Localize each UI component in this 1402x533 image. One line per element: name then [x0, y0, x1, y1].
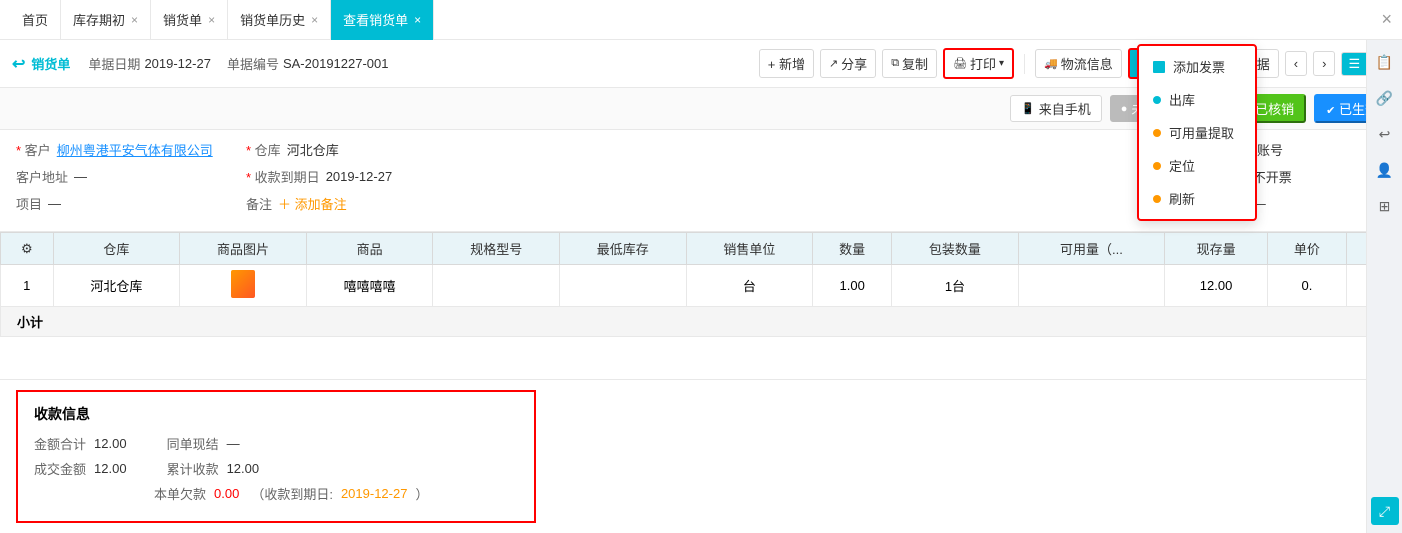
logistics-button[interactable]: 🚚 物流信息 [1035, 49, 1122, 78]
sidebar-icon-2[interactable]: 🔗 [1371, 84, 1399, 112]
tab-close-inventory[interactable]: × [131, 13, 138, 27]
tab-sales-order[interactable]: 销货单 × [151, 0, 228, 40]
cell-unit-price: 0. [1267, 265, 1346, 307]
payment-row-3: 本单欠款 0.00 （收款到期日: 2019-12-27 ） [34, 484, 518, 503]
project-field: 项目 — [16, 194, 216, 213]
bottom-panel: 收款信息 金额合计 12.00 同单现结 — 成交金额 12.00 累计收款 [0, 379, 1402, 533]
th-warehouse: 仓库 [53, 233, 180, 265]
grid-icon [1153, 61, 1165, 73]
cell-sales-unit: 台 [686, 265, 813, 307]
window-close-button[interactable]: × [1381, 9, 1392, 30]
sidebar-icon-4[interactable]: 👤 [1371, 156, 1399, 184]
doc-number: 单据编号 SA-20191227-001 [227, 54, 389, 73]
dropdown-available-qty[interactable]: 可用量提取 [1139, 116, 1255, 149]
cell-available [1018, 265, 1164, 307]
payment-title: 收款信息 [34, 404, 518, 424]
dropdown-refresh[interactable]: 刷新 [1139, 182, 1255, 215]
th-spec: 规格型号 [433, 233, 560, 265]
transaction-item: 成交金额 12.00 [34, 459, 127, 478]
th-pack-qty: 包装数量 [892, 233, 1019, 265]
product-thumbnail [231, 270, 255, 298]
view-list-button[interactable]: ☰ [1342, 53, 1366, 75]
tab-inventory-init[interactable]: 库存期初 × [61, 0, 151, 40]
th-available: 可用量（... [1018, 233, 1164, 265]
th-product-img: 商品图片 [180, 233, 307, 265]
remark-field: 备注 ＋ 添加备注 [246, 194, 446, 213]
accumulated-item: 累计收款 12.00 [167, 459, 260, 478]
th-unit-price: 单价 [1267, 233, 1346, 265]
address-field: 客户地址 — [16, 167, 216, 186]
toolbar-actions: + 新增 ↗ 分享 ⧉ 复制 🖨 打印 ▾ 🚚 物流信息 ⊞ 操作 [759, 48, 1390, 79]
arrears-item: 本单欠款 0.00 （收款到期日: 2019-12-27 ） [154, 484, 428, 503]
dot-icon-locate [1153, 162, 1161, 170]
cell-min-stock [560, 265, 687, 307]
tab-bar: 首页 库存期初 × 销货单 × 销货单历史 × 查看销货单 × × [0, 0, 1402, 40]
th-qty: 数量 [813, 233, 892, 265]
cell-spec [433, 265, 560, 307]
cell-no: 1 [1, 265, 54, 307]
th-min-stock: 最低库存 [560, 233, 687, 265]
th-current-stock: 现存量 [1165, 233, 1268, 265]
cell-product-img [180, 265, 307, 307]
cell-pack-qty: 1台 [892, 265, 1019, 307]
th-sales-unit: 销售单位 [686, 233, 813, 265]
from-phone-button[interactable]: 📱 来自手机 [1010, 95, 1102, 122]
payment-row-1: 金额合计 12.00 同单现结 — [34, 434, 518, 453]
dot-icon-refresh [1153, 195, 1161, 203]
copy-button[interactable]: ⧉ 复制 [882, 49, 937, 78]
dropdown-locate[interactable]: 定位 [1139, 149, 1255, 182]
doc-type: ↩ 销货单 [12, 54, 70, 74]
dropdown-add-invoice[interactable]: 添加发票 [1139, 50, 1255, 83]
sidebar-icon-1[interactable]: 📋 [1371, 48, 1399, 76]
sidebar-icon-expand[interactable]: ⤢ [1371, 497, 1399, 525]
divider [1024, 54, 1025, 74]
customer-field: 客户 柳州粤港平安气体有限公司 [16, 140, 216, 159]
nav-prev-button[interactable]: ‹ [1285, 51, 1307, 76]
tab-sales-history[interactable]: 销货单历史 × [228, 0, 331, 40]
print-button[interactable]: 🖨 打印 ▾ [943, 48, 1014, 79]
sidebar-icon-5[interactable]: ⊞ [1371, 192, 1399, 220]
payment-date-field: 收款到期日 2019-12-27 [246, 167, 446, 186]
amount-total-item: 金额合计 12.00 [34, 434, 127, 453]
new-button[interactable]: + 新增 [759, 49, 814, 78]
cell-current-stock: 12.00 [1165, 265, 1268, 307]
tab-close-sales[interactable]: × [208, 13, 215, 27]
payment-row-2: 成交金额 12.00 累计收款 12.00 [34, 459, 518, 478]
warehouse-field: 仓库 河北仓库 [246, 140, 446, 159]
table-row: 1 河北仓库 嘻嘻嘻嘻 台 1.00 1台 12.00 0. [1, 265, 1402, 307]
data-table: ⚙ 仓库 商品图片 商品 规格型号 最低库存 销售单位 数量 包装数量 可用量（… [0, 232, 1402, 337]
doc-date: 单据日期 2019-12-27 [88, 54, 211, 73]
add-remark-button[interactable]: ＋ 添加备注 [278, 194, 347, 213]
doc-meta: 单据日期 2019-12-27 单据编号 SA-20191227-001 [88, 54, 750, 73]
dropdown-outbound[interactable]: 出库 [1139, 83, 1255, 116]
table-header-row: ⚙ 仓库 商品图片 商品 规格型号 最低库存 销售单位 数量 包装数量 可用量（… [1, 233, 1402, 265]
cell-qty: 1.00 [813, 265, 892, 307]
share-button[interactable]: ↗ 分享 [820, 49, 876, 78]
payment-info: 收款信息 金额合计 12.00 同单现结 — 成交金额 12.00 累计收款 [16, 390, 536, 523]
nav-next-button[interactable]: › [1313, 51, 1335, 76]
cell-product: 嘻嘻嘻嘻 [306, 265, 433, 307]
th-product: 商品 [306, 233, 433, 265]
settlement-item: 同单现结 — [167, 434, 240, 453]
tab-close-view[interactable]: × [414, 13, 421, 27]
dot-icon-available [1153, 129, 1161, 137]
tab-home[interactable]: 首页 [10, 0, 61, 40]
subtotal-row: 小计 [1, 307, 1402, 337]
tab-view-sales[interactable]: 查看销货单 × [331, 0, 434, 40]
operation-dropdown: 添加发票 出库 可用量提取 定位 刷新 [1137, 44, 1257, 221]
cell-warehouse: 河北仓库 [53, 265, 180, 307]
table-container: ⚙ 仓库 商品图片 商品 规格型号 最低库存 销售单位 数量 包装数量 可用量（… [0, 232, 1402, 379]
th-settings[interactable]: ⚙ [1, 233, 54, 265]
right-sidebar: 📋 🔗 ↩ 👤 ⊞ ⤢ [1366, 40, 1402, 533]
dot-icon-outbound [1153, 96, 1161, 104]
subtotal-label: 小计 [1, 307, 1402, 337]
tab-close-history[interactable]: × [311, 13, 318, 27]
sidebar-icon-3[interactable]: ↩ [1371, 120, 1399, 148]
